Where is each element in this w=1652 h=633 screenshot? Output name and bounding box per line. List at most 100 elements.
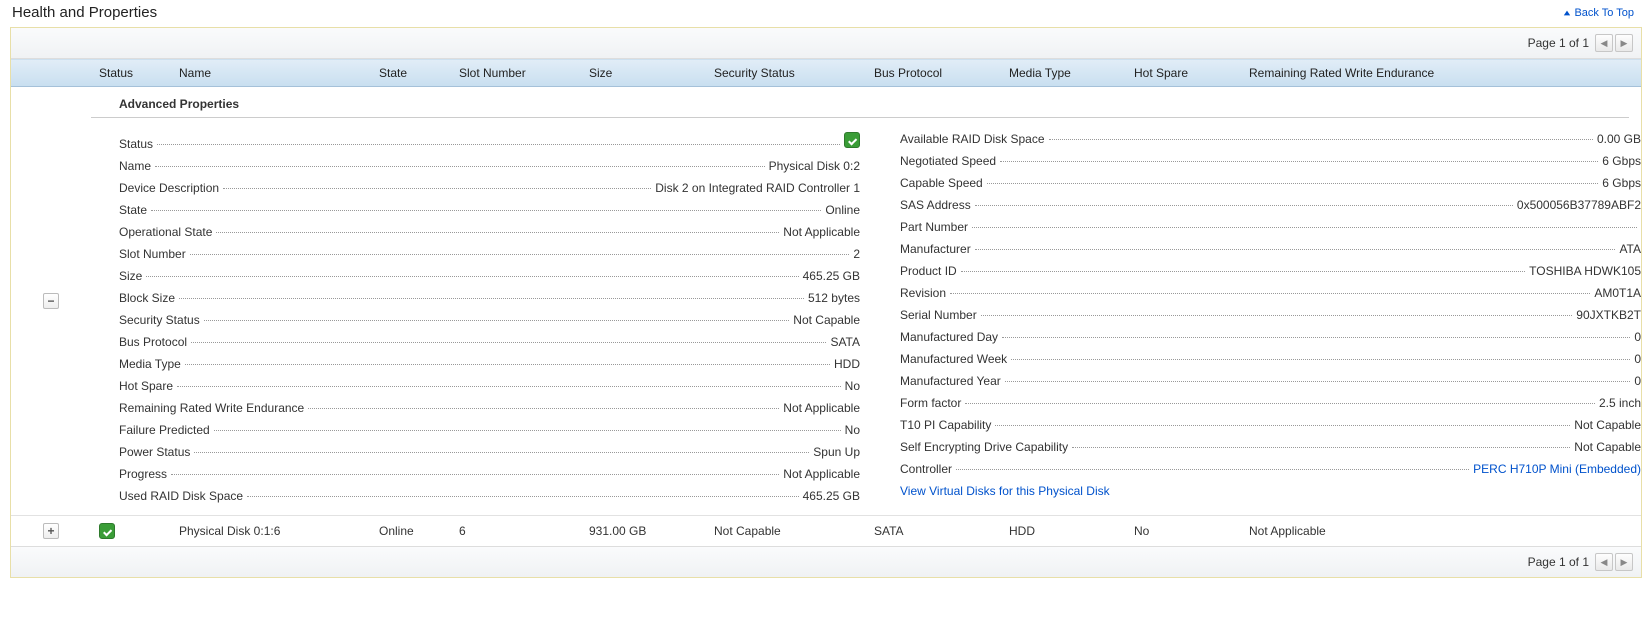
- pager-next-button[interactable]: ▶: [1615, 34, 1633, 52]
- property-row: Form factor2.5 inch: [900, 396, 1641, 410]
- property-dots: [995, 425, 1570, 426]
- row-bus: SATA: [866, 517, 1001, 545]
- pager-top: Page 1 of 1 ◀ ▶: [11, 28, 1641, 59]
- property-dots: [1002, 337, 1630, 338]
- property-row: Hot SpareNo: [119, 379, 860, 393]
- property-value: 0: [1634, 330, 1641, 344]
- row-status: [91, 516, 171, 546]
- row-media: HDD: [1001, 517, 1126, 545]
- property-value: No: [845, 379, 860, 393]
- property-value: 2.5 inch: [1599, 396, 1641, 410]
- pager-next-button-bottom[interactable]: ▶: [1615, 553, 1633, 571]
- property-dots: [190, 254, 850, 255]
- row-security: Not Capable: [706, 517, 866, 545]
- advanced-properties-title: Advanced Properties: [91, 87, 1629, 118]
- property-row: ManufacturerATA: [900, 242, 1641, 256]
- property-value: No: [845, 423, 860, 437]
- property-dots: [950, 293, 1590, 294]
- property-dots: [308, 408, 779, 409]
- property-value: Not Applicable: [783, 467, 860, 481]
- property-label: Block Size: [119, 291, 175, 305]
- row-hot: No: [1126, 517, 1241, 545]
- property-label: Manufactured Year: [900, 374, 1001, 388]
- property-row: Product ID TOSHIBA HDWK105: [900, 264, 1641, 278]
- advanced-properties-left: StatusNamePhysical Disk 0:2Device Descri…: [119, 132, 860, 503]
- property-label: Device Description: [119, 181, 219, 195]
- property-dots: [1049, 139, 1593, 140]
- property-value: 0.00 GB: [1597, 132, 1641, 146]
- pager-prev-button[interactable]: ◀: [1595, 34, 1613, 52]
- header-status: Status: [91, 60, 171, 86]
- pager-text-bottom: Page 1 of 1: [1528, 555, 1589, 569]
- view-virtual-disks-link[interactable]: View Virtual Disks for this Physical Dis…: [900, 484, 1110, 498]
- pager-text-top: Page 1 of 1: [1528, 36, 1589, 50]
- property-row: Media TypeHDD: [119, 357, 860, 371]
- property-row: Security StatusNot Capable: [119, 313, 860, 327]
- check-icon: [99, 523, 115, 539]
- property-label: Available RAID Disk Space: [900, 132, 1045, 146]
- back-to-top-link[interactable]: Back To Top: [1563, 7, 1634, 19]
- pager-prev-button-bottom[interactable]: ◀: [1595, 553, 1613, 571]
- row-state: Online: [371, 517, 451, 545]
- property-dots: [247, 496, 799, 497]
- property-row: Available RAID Disk Space 0.00 GB: [900, 132, 1641, 146]
- property-dots: [146, 276, 798, 277]
- property-label: Negotiated Speed: [900, 154, 996, 168]
- property-row: Size 465.25 GB: [119, 269, 860, 283]
- property-value: 465.25 GB: [803, 269, 860, 283]
- property-value-link[interactable]: PERC H710P Mini (Embedded): [1473, 462, 1641, 476]
- property-row: Operational StateNot Applicable: [119, 225, 860, 239]
- property-label: Controller: [900, 462, 952, 476]
- property-label: Part Number: [900, 220, 968, 234]
- property-value: [844, 132, 860, 151]
- property-row: Remaining Rated Write EnduranceNot Appli…: [119, 401, 860, 415]
- property-label: Manufactured Day: [900, 330, 998, 344]
- check-icon: [844, 132, 860, 148]
- property-value: Spun Up: [813, 445, 860, 459]
- property-dots: [961, 271, 1525, 272]
- property-value: TOSHIBA HDWK105: [1529, 264, 1641, 278]
- expand-button[interactable]: +: [43, 523, 59, 539]
- property-row: Part Number: [900, 220, 1641, 234]
- property-dots: [214, 430, 841, 431]
- property-label: Product ID: [900, 264, 957, 278]
- property-row: Failure PredictedNo: [119, 423, 860, 437]
- collapse-button[interactable]: −: [43, 293, 59, 309]
- property-value: Not Applicable: [783, 225, 860, 239]
- property-row: Block Size 512 bytes: [119, 291, 860, 305]
- row-size: 931.00 GB: [581, 517, 706, 545]
- health-properties-panel: Page 1 of 1 ◀ ▶ Status Name State Slot N…: [10, 27, 1642, 578]
- property-dots: [191, 342, 826, 343]
- header-bus: Bus Protocol: [866, 60, 1001, 86]
- property-dots: [1000, 161, 1598, 162]
- back-to-top-label: Back To Top: [1574, 7, 1634, 19]
- property-row: View Virtual Disks for this Physical Dis…: [900, 484, 1641, 498]
- property-value: 90JXTKB2T: [1576, 308, 1641, 322]
- pager-bottom: Page 1 of 1 ◀ ▶: [11, 546, 1641, 577]
- property-dots: [216, 232, 779, 233]
- property-value: 0x500056B37789ABF2: [1517, 198, 1641, 212]
- property-dots: [157, 144, 840, 145]
- property-dots: [179, 298, 804, 299]
- property-value: 2: [853, 247, 860, 261]
- property-label: Manufacturer: [900, 242, 971, 256]
- header-hot: Hot Spare: [1126, 60, 1241, 86]
- property-row: StateOnline: [119, 203, 860, 217]
- property-value: Not Applicable: [783, 401, 860, 415]
- property-dots: [965, 403, 1595, 404]
- row-endurance: Not Applicable: [1241, 517, 1641, 545]
- page-title: Health and Properties: [12, 4, 157, 21]
- property-dots: [151, 210, 821, 211]
- header-size: Size: [581, 60, 706, 86]
- property-row: Power StatusSpun Up: [119, 445, 860, 459]
- property-label: Manufactured Week: [900, 352, 1007, 366]
- property-label: Bus Protocol: [119, 335, 187, 349]
- property-label: Size: [119, 269, 142, 283]
- property-value: 512 bytes: [808, 291, 860, 305]
- property-value: 6 Gbps: [1602, 176, 1641, 190]
- property-label: Serial Number: [900, 308, 977, 322]
- header-media: Media Type: [1001, 60, 1126, 86]
- property-label: Self Encrypting Drive Capability: [900, 440, 1068, 454]
- property-dots: [956, 469, 1469, 470]
- property-row: Bus ProtocolSATA: [119, 335, 860, 349]
